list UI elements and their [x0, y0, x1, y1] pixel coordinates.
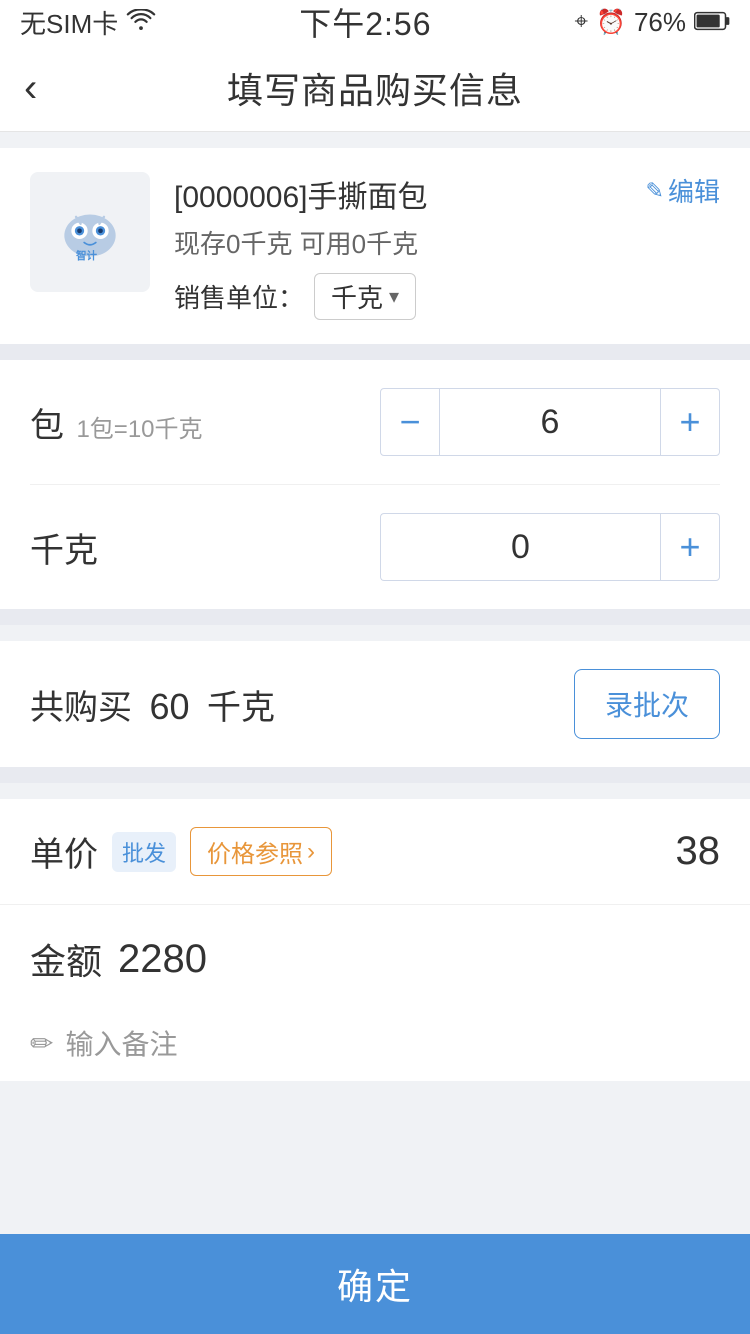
kg-controls: +	[380, 513, 720, 581]
bag-label-container: 包 1包=10千克	[30, 398, 203, 447]
product-info-header: [0000006]手撕面包 ✎ 编辑	[174, 172, 720, 216]
bag-sub-label: 1包=10千克	[76, 416, 202, 443]
kg-input-row: 千克 +	[30, 485, 720, 609]
kg-quantity-input[interactable]	[380, 513, 660, 581]
amount-section: 金额 2280 ✏ 输入备注	[0, 905, 750, 1081]
status-time: 下午2:56	[299, 0, 431, 45]
unit-label: 销售单位：	[174, 278, 304, 315]
price-section: 单价 批发 价格参照 › 38	[0, 799, 750, 905]
status-left: 无SIM卡	[20, 4, 156, 41]
product-stock: 现存0千克 可用0千克	[174, 224, 720, 261]
confirm-button-label: 确定	[337, 1258, 413, 1310]
price-label: 单价	[30, 827, 98, 876]
kg-label-container: 千克	[30, 523, 98, 572]
svg-text:智计: 智计	[75, 249, 97, 262]
wifi-icon	[126, 7, 156, 38]
unit-dropdown-icon: ▾	[389, 284, 399, 309]
bag-plus-button[interactable]: +	[660, 388, 720, 456]
kg-label: 千克	[30, 532, 98, 570]
total-suffix: 千克	[207, 689, 275, 727]
total-prefix: 共购买	[30, 689, 132, 727]
price-left: 单价 批发 价格参照 ›	[30, 827, 332, 876]
note-row[interactable]: ✏ 输入备注	[30, 1005, 720, 1081]
confirm-bar[interactable]: 确定	[0, 1234, 750, 1334]
page-title: 填写商品购买信息	[227, 62, 523, 114]
input-section: 包 1包=10千克 − + 千克 +	[0, 360, 750, 609]
product-image: 智计	[30, 172, 150, 292]
product-unit: 销售单位： 千克 ▾	[174, 273, 720, 320]
edit-label: 编辑	[668, 172, 720, 209]
battery-label: 76%	[634, 7, 686, 38]
location-icon: ⌖	[575, 8, 589, 36]
total-section: 共购买 60 千克 录批次	[0, 641, 750, 767]
bag-quantity-input[interactable]	[440, 388, 660, 456]
separator-1	[0, 344, 750, 360]
status-bar: 无SIM卡 下午2:56 ⌖ ⏰ 76%	[0, 0, 750, 44]
bag-controls: − +	[380, 388, 720, 456]
price-value: 38	[676, 829, 721, 874]
amount-label: 金额	[30, 933, 102, 985]
bag-input-row: 包 1包=10千克 − +	[30, 360, 720, 485]
batch-tag: 批发	[112, 832, 176, 872]
note-icon: ✏	[30, 1027, 53, 1060]
edit-icon: ✎	[646, 178, 664, 204]
separator-3	[0, 767, 750, 783]
amount-value: 2280	[118, 937, 207, 982]
nav-bar: ‹ 填写商品购买信息	[0, 44, 750, 132]
bag-label: 包	[30, 407, 64, 445]
alarm-icon: ⏰	[596, 8, 626, 37]
edit-button[interactable]: ✎ 编辑	[646, 172, 720, 209]
unit-value: 千克	[331, 278, 383, 315]
note-placeholder: 输入备注	[65, 1023, 177, 1063]
total-text: 共购买 60 千克	[30, 680, 275, 729]
price-ref-arrow: ›	[307, 838, 315, 866]
price-ref-button[interactable]: 价格参照 ›	[190, 827, 332, 876]
battery-icon	[694, 7, 730, 38]
amount-row: 金额 2280	[30, 933, 720, 985]
product-card: 智计 [0000006]手撕面包 ✎ 编辑 现存0千克 可用0千克 销售单位： …	[0, 148, 750, 344]
record-batch-button[interactable]: 录批次	[574, 669, 720, 739]
unit-selector[interactable]: 千克 ▾	[314, 273, 416, 320]
product-name: [0000006]手撕面包	[174, 172, 427, 216]
back-button[interactable]: ‹	[24, 68, 37, 108]
carrier-label: 无SIM卡	[20, 4, 118, 41]
status-right: ⌖ ⏰ 76%	[575, 7, 730, 38]
product-info: [0000006]手撕面包 ✎ 编辑 现存0千克 可用0千克 销售单位： 千克 …	[174, 172, 720, 320]
total-value: 60	[149, 686, 189, 727]
separator-2	[0, 609, 750, 625]
kg-plus-button[interactable]: +	[660, 513, 720, 581]
price-ref-label: 价格参照	[207, 834, 303, 869]
bag-minus-button[interactable]: −	[380, 388, 440, 456]
